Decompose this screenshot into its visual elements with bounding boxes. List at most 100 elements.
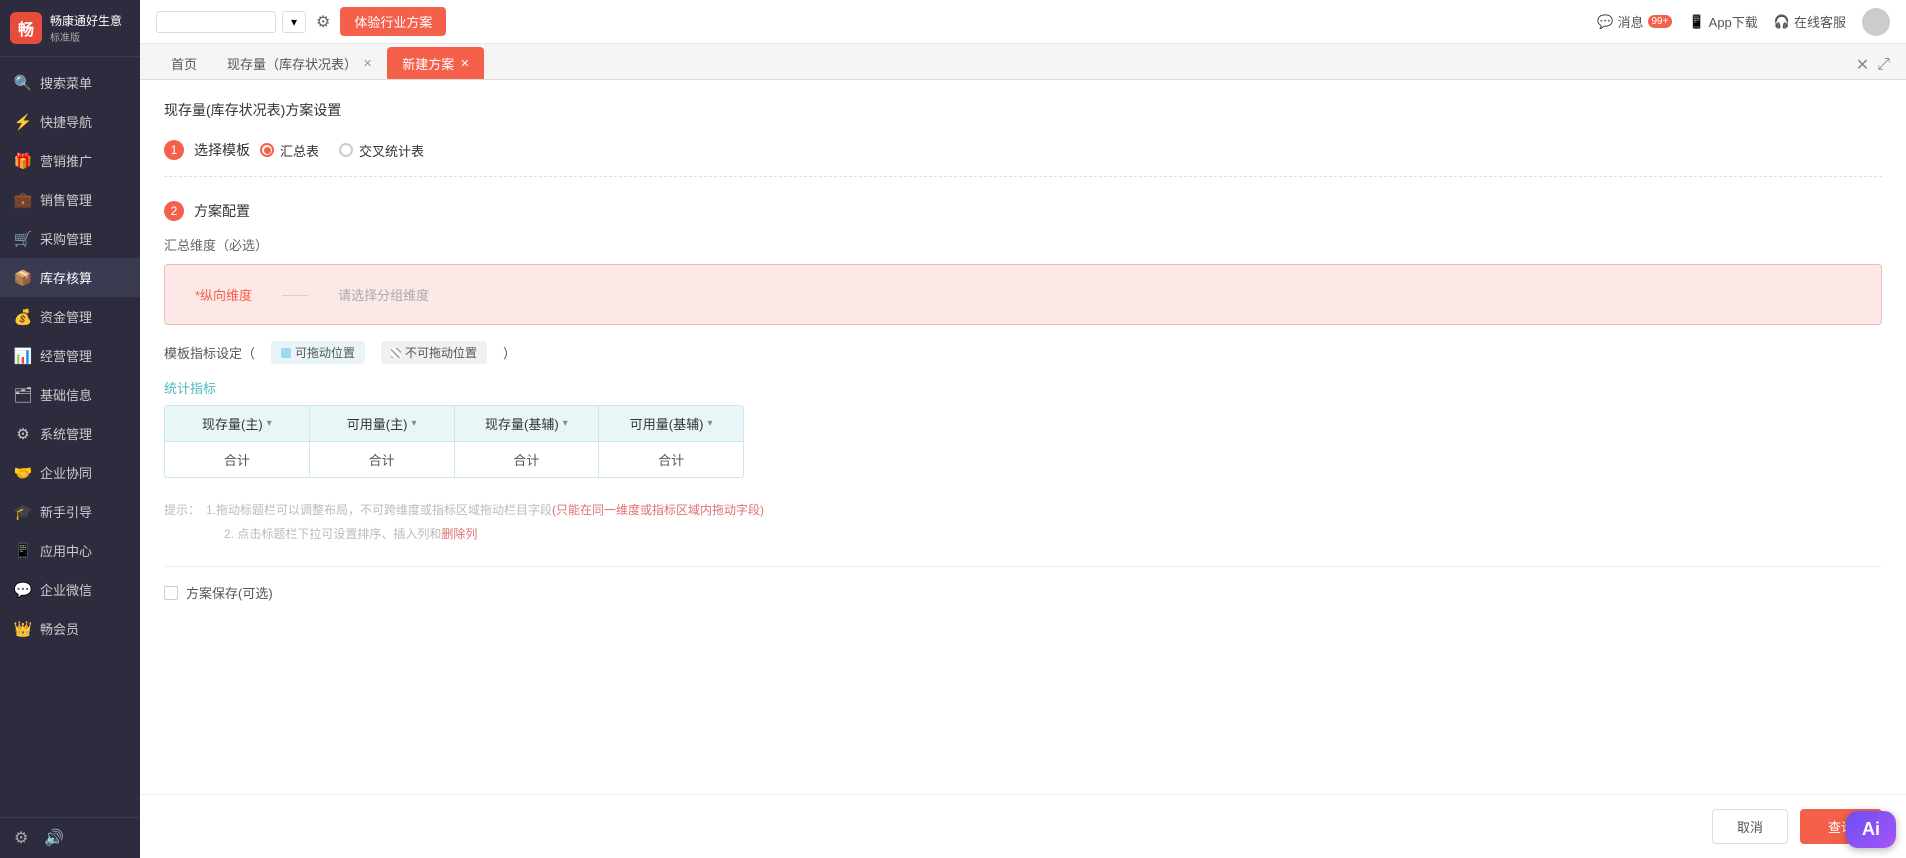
fixed-dot xyxy=(391,348,401,358)
newguide-icon: 🎓 xyxy=(14,503,32,521)
logo-text: 畅康通好生意 标准版 xyxy=(50,12,122,44)
step2-section: 2 方案配置 汇总维度（必选） *纵向维度 —— 请选择分组维度 模板指标设定（… xyxy=(164,201,1882,618)
footer-buttons: 取消 查询 xyxy=(140,794,1906,858)
tips-section: 提示： 1.拖动标题栏可以调整布局，不可跨维度或指标区域拖动栏目字段(只能在同一… xyxy=(164,498,1882,546)
phone-icon: 📱 xyxy=(1688,14,1704,30)
stats-col-header-3[interactable]: 可用量(基辅) ▾ xyxy=(599,406,743,442)
step1-section: 1 选择模板 汇总表 交叉统计表 xyxy=(164,140,1882,177)
sidebar-item-inventory[interactable]: 📦库存核算 xyxy=(0,258,140,297)
summary-dim-label: 汇总维度（必选） xyxy=(164,235,1882,254)
stats-col-header-1[interactable]: 可用量(主) ▾ xyxy=(310,406,454,442)
radio-summary-label: 汇总表 xyxy=(280,141,319,160)
sidebar-item-marketing[interactable]: 🎁营销推广 xyxy=(0,141,140,180)
sidebar-item-sales[interactable]: 💼销售管理 xyxy=(0,180,140,219)
topbar-search-input[interactable] xyxy=(156,11,276,33)
sidebar-nav: 🔍搜索菜单⚡快捷导航🎁营销推广💼销售管理🛒采购管理📦库存核算💰资金管理 📊 经营管理… xyxy=(0,57,140,817)
save-checkbox[interactable] xyxy=(164,586,178,600)
sidebar-item-search[interactable]: 🔍搜索菜单 xyxy=(0,63,140,102)
tab-inventory-status[interactable]: 现存量（库存状况表） ✕ xyxy=(212,47,387,79)
logo-title: 畅康通好生意 xyxy=(50,12,122,29)
tab-inventory-close[interactable]: ✕ xyxy=(363,57,372,70)
indicator-row: 模板指标设定（ 可拖动位置 不可拖动位置 ） xyxy=(164,341,1882,364)
stats-col-label-3: 可用量(基辅) xyxy=(630,414,704,433)
sidebar-label-newguide: 新手引导 xyxy=(40,502,92,521)
panel-expand-icon[interactable]: ⤢ xyxy=(1877,56,1890,74)
sidebar-logo: 畅 畅康通好生意 标准版 xyxy=(0,0,140,57)
sidebar-label-purchase: 采购管理 xyxy=(40,229,92,248)
stats-col-label-2: 现存量(基辅) xyxy=(485,414,559,433)
cooperation-icon: 🤝 xyxy=(14,464,32,482)
tips-row-2: 2. 点击标题栏下拉可设置排序、插入列和删除列 xyxy=(164,522,1882,546)
tab-new-plan-close[interactable]: ✕ xyxy=(460,57,469,70)
user-avatar[interactable] xyxy=(1862,8,1890,36)
sidebar-item-newguide[interactable]: 🎓 新手引导 xyxy=(0,492,140,531)
topbar-gear-icon[interactable]: ⚙ xyxy=(316,12,330,32)
operation-icon: 📊 xyxy=(14,347,32,365)
stats-col-2: 现存量(基辅) ▾ xyxy=(455,406,600,442)
sidebar-bottom: ⚙ 🔊 xyxy=(0,817,140,858)
message-item[interactable]: 💬 消息 99+ xyxy=(1597,12,1672,31)
stats-col-body-3: 合计 xyxy=(599,442,743,477)
stats-col-header-2[interactable]: 现存量(基辅) ▾ xyxy=(455,406,599,442)
sidebar-item-cooperation[interactable]: 🤝企业协同 xyxy=(0,453,140,492)
stats-col-header-0[interactable]: 现存量(主) ▾ xyxy=(165,406,309,442)
radio-summary-circle xyxy=(260,143,274,157)
sidebar-label-quicknav: 快捷导航 xyxy=(40,112,92,131)
sidebar-item-appcenter[interactable]: 📱 应用中心 xyxy=(0,531,140,570)
tab-home[interactable]: 首页 xyxy=(156,47,212,79)
chevron-down-icon-0: ▾ xyxy=(267,418,272,429)
settings-icon[interactable]: ⚙ xyxy=(14,828,28,848)
sidebar-label-inventory: 库存核算 xyxy=(40,268,92,287)
message-icon: 💬 xyxy=(1597,14,1613,30)
sidebar-item-operation[interactable]: 📊 经营管理 xyxy=(0,336,140,375)
panel-close-icon[interactable]: ✕ xyxy=(1856,55,1869,75)
topbar-right: 💬 消息 99+ 📱 App下载 🎧 在线客服 xyxy=(1597,8,1890,36)
stats-col-value-0: 合计 xyxy=(165,442,309,477)
draggable-dot xyxy=(281,348,291,358)
basic-icon: 🗂 xyxy=(14,386,32,404)
content-area: 现存量(库存状况表)方案设置 1 选择模板 汇总表 交叉统计表 xyxy=(140,80,1906,794)
tab-inventory-label: 现存量（库存状况表） xyxy=(227,54,357,73)
sidebar-item-quicknav[interactable]: ⚡快捷导航 xyxy=(0,102,140,141)
online-service-item[interactable]: 🎧 在线客服 xyxy=(1774,12,1846,31)
topbar-dropdown-btn[interactable]: ▾ xyxy=(282,11,306,33)
sidebar-item-purchase[interactable]: 🛒采购管理 xyxy=(0,219,140,258)
sidebar-item-finance[interactable]: 💰资金管理 xyxy=(0,297,140,336)
system-icon: ⚙ xyxy=(14,425,32,443)
app-download-item[interactable]: 📱 App下载 xyxy=(1688,12,1757,31)
tab-new-plan[interactable]: 新建方案 ✕ xyxy=(387,47,484,79)
draggable-label: 可拖动位置 xyxy=(295,344,355,361)
indicator-label: 模板指标设定（ xyxy=(164,343,255,362)
tab-home-label: 首页 xyxy=(171,54,197,73)
sidebar: 畅 畅康通好生意 标准版 🔍搜索菜单⚡快捷导航🎁营销推广💼销售管理🛒采购管理📦库… xyxy=(0,0,140,858)
sidebar-label-appcenter: 应用中心 xyxy=(40,541,92,560)
ai-badge[interactable]: Ai xyxy=(1846,811,1896,848)
tab-new-plan-label: 新建方案 xyxy=(402,54,454,73)
sidebar-label-operation: 经营管理 xyxy=(40,346,92,365)
sidebar-item-wechat[interactable]: 💬企业微信 xyxy=(0,570,140,609)
radio-cross[interactable]: 交叉统计表 xyxy=(339,141,424,160)
sidebar-item-system[interactable]: ⚙系统管理 xyxy=(0,414,140,453)
page-title: 现存量(库存状况表)方案设置 xyxy=(164,100,1882,120)
dim-separator: —— xyxy=(282,287,308,302)
step2-badge: 2 xyxy=(164,201,184,221)
sidebar-item-member[interactable]: 👑畅会员 xyxy=(0,609,140,648)
fixed-chip: 不可拖动位置 xyxy=(381,341,487,364)
chevron-down-icon-2: ▾ xyxy=(563,418,568,429)
appcenter-icon: 📱 xyxy=(14,542,32,560)
stats-col-3: 可用量(基辅) ▾ xyxy=(599,406,743,442)
speaker-icon[interactable]: 🔊 xyxy=(44,828,64,848)
trial-btn[interactable]: 体验行业方案 xyxy=(340,7,446,36)
stats-col-value-2: 合计 xyxy=(455,442,599,477)
stats-col-0: 现存量(主) ▾ xyxy=(165,406,310,442)
cancel-button[interactable]: 取消 xyxy=(1712,809,1788,844)
sidebar-item-basic[interactable]: 🗂基础信息 xyxy=(0,375,140,414)
indicator-label-end: ） xyxy=(503,343,516,362)
logo-icon: 畅 xyxy=(10,12,42,44)
stats-col-1: 可用量(主) ▾ xyxy=(310,406,455,442)
stats-col-body-2: 合计 xyxy=(455,442,600,477)
dim-placeholder: 请选择分组维度 xyxy=(338,285,429,304)
radio-summary[interactable]: 汇总表 xyxy=(260,141,319,160)
dimension-box[interactable]: *纵向维度 —— 请选择分组维度 xyxy=(164,264,1882,325)
stats-col-value-1: 合计 xyxy=(310,442,454,477)
